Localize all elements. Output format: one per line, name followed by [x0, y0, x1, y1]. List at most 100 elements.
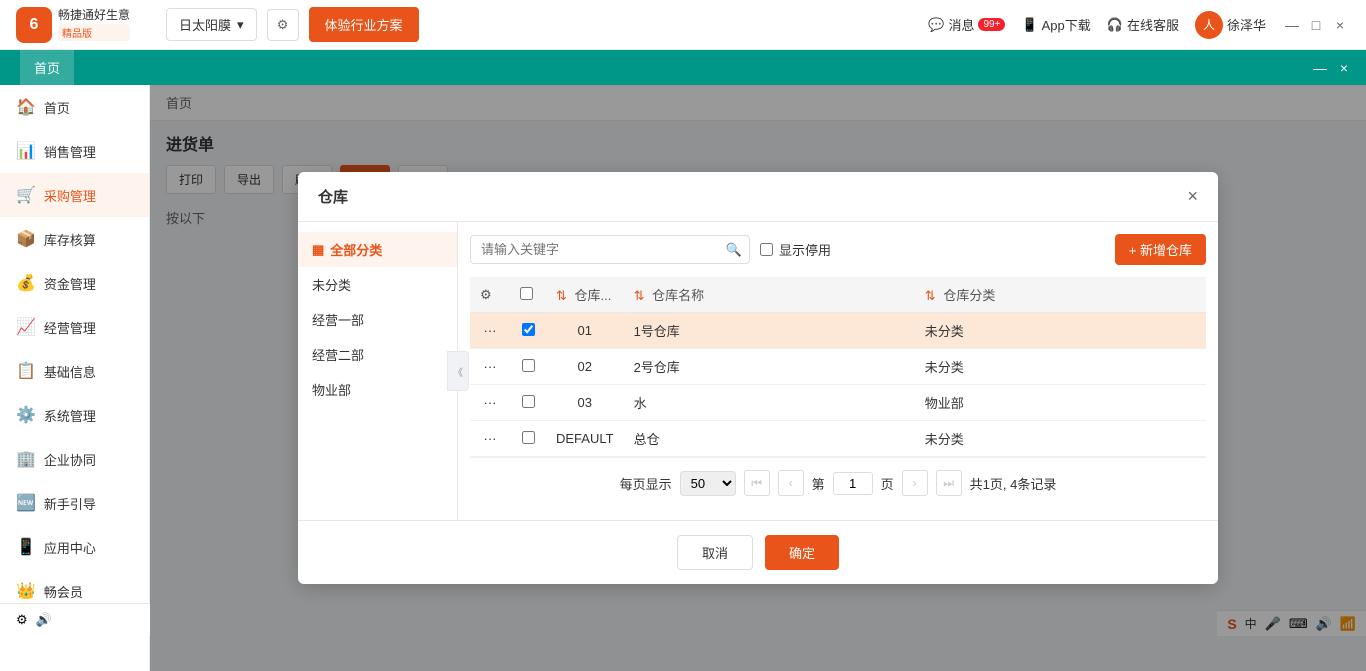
row-check[interactable]: [510, 313, 546, 349]
sidebar-item-operations-label: 经营管理: [44, 318, 96, 337]
sidebar-item-home[interactable]: 🏠 首页: [0, 85, 149, 129]
message-badge: 99+: [978, 18, 1005, 31]
store-selector[interactable]: 日太阳膜 ▾: [166, 8, 257, 41]
cancel-button[interactable]: 取消: [677, 535, 753, 570]
sort-icon-category: ⇅: [925, 288, 936, 303]
row-checkbox[interactable]: [522, 359, 535, 372]
sidebar-item-enterprise[interactable]: 🏢 企业协同: [0, 437, 149, 481]
search-icon[interactable]: 🔍: [726, 242, 742, 258]
sidebar-item-sales[interactable]: 📊 销售管理: [0, 129, 149, 173]
row-check[interactable]: [510, 385, 546, 421]
sidebar-item-inventory[interactable]: 📦 库存核算: [0, 217, 149, 261]
sidebar-item-purchase[interactable]: 🛒 采购管理: [0, 173, 149, 217]
row-check[interactable]: [510, 349, 546, 385]
search-input[interactable]: [470, 235, 750, 264]
tab-bar-close[interactable]: ×: [1334, 58, 1354, 78]
modal-overlay: 仓库 × ▦ 全部分类 未分类 经营一: [150, 85, 1366, 671]
sidebar-item-system[interactable]: ⚙️ 系统管理: [0, 393, 149, 437]
sidebar: 🏠 首页 📊 销售管理 🛒 采购管理 📦 库存核算 💰 资金管理 📈 经营管理 …: [0, 85, 150, 671]
app-download-label: App下载: [1042, 15, 1091, 34]
show-disabled-checkbox[interactable]: [760, 243, 773, 256]
online-service-item[interactable]: 🎧 在线客服: [1107, 15, 1179, 34]
add-warehouse-button[interactable]: + 新增仓库: [1115, 234, 1206, 265]
sidebar-item-appcenter-label: 应用中心: [44, 538, 96, 557]
confirm-button[interactable]: 确定: [765, 535, 839, 570]
sidebar-bottom: ⚙ 🔊: [0, 603, 150, 636]
sidebar-item-inventory-label: 库存核算: [44, 230, 96, 249]
th-name: ⇅ 仓库名称: [624, 277, 915, 313]
sidebar-item-basics[interactable]: 📋 基础信息: [0, 349, 149, 393]
page-number-input[interactable]: [833, 472, 873, 495]
row-checkbox[interactable]: [522, 395, 535, 408]
th-category: ⇅ 仓库分类: [915, 277, 1206, 313]
trial-button[interactable]: 体验行业方案: [309, 7, 419, 42]
sidebar-item-system-label: 系统管理: [44, 406, 96, 425]
close-button[interactable]: ×: [1330, 15, 1350, 35]
table-row[interactable]: ··· 01 1号仓库 未分类: [470, 313, 1206, 349]
nav-tab-home[interactable]: 首页: [20, 50, 74, 85]
th-check: [510, 277, 546, 313]
per-page-label: 每页显示: [620, 474, 672, 493]
basics-icon: 📋: [16, 361, 36, 381]
logo-badge: 精品版: [58, 24, 130, 41]
table-row[interactable]: ··· DEFAULT 总仓 未分类: [470, 421, 1206, 457]
minimize-button[interactable]: —: [1282, 15, 1302, 35]
show-disabled-label[interactable]: 显示停用: [760, 240, 831, 259]
row-gear[interactable]: ···: [470, 421, 510, 457]
sidebar-item-appcenter[interactable]: 📱 应用中心: [0, 525, 149, 569]
category-item-ops1[interactable]: 经营一部: [298, 302, 457, 337]
sidebar-item-operations[interactable]: 📈 经营管理: [0, 305, 149, 349]
guide-icon: 🆕: [16, 493, 36, 513]
prev-page-button[interactable]: ‹: [778, 470, 804, 496]
row-category: 未分类: [915, 421, 1206, 457]
message-item[interactable]: 💬 消息 99+: [928, 15, 1005, 34]
row-name: 2号仓库: [624, 349, 915, 385]
sidebar-item-sales-label: 销售管理: [44, 142, 96, 161]
volume-icon[interactable]: 🔊: [36, 612, 52, 628]
logo-icon: 6: [16, 7, 52, 43]
category-item-property[interactable]: 物业部: [298, 372, 457, 407]
sort-icon-name: ⇅: [634, 288, 645, 303]
category-item-uncategorized[interactable]: 未分类: [298, 267, 457, 302]
row-gear[interactable]: ···: [470, 385, 510, 421]
sidebar-item-guide[interactable]: 🆕 新手引导: [0, 481, 149, 525]
row-category: 未分类: [915, 313, 1206, 349]
main-layout: 🏠 首页 📊 销售管理 🛒 采购管理 📦 库存核算 💰 资金管理 📈 经营管理 …: [0, 85, 1366, 671]
row-check[interactable]: [510, 421, 546, 457]
first-page-button[interactable]: ⏮: [744, 470, 770, 496]
row-gear[interactable]: ···: [470, 313, 510, 349]
inventory-icon: 📦: [16, 229, 36, 249]
pagination-bar: 每页显示 50 100 200 ⏮ ‹ 第 页 ›: [470, 457, 1206, 508]
headset-icon: 🎧: [1107, 17, 1123, 33]
table-row[interactable]: ··· 02 2号仓库 未分类: [470, 349, 1206, 385]
modal-title: 仓库: [318, 186, 348, 207]
table-row[interactable]: ··· 03 水 物业部: [470, 385, 1206, 421]
table-header: ⚙ ⇅ 仓库...: [470, 277, 1206, 313]
modal-close-button[interactable]: ×: [1187, 186, 1198, 207]
user-item[interactable]: 人 徐泽华: [1195, 11, 1266, 39]
row-checkbox[interactable]: [522, 323, 535, 336]
warehouse-table: ⚙ ⇅ 仓库...: [470, 277, 1206, 457]
category-item-ops2[interactable]: 经营二部: [298, 337, 457, 372]
last-page-button[interactable]: ⏭: [936, 470, 962, 496]
category-all-item[interactable]: ▦ 全部分类: [298, 232, 457, 267]
collapse-category-button[interactable]: 《: [447, 351, 469, 391]
maximize-button[interactable]: □: [1306, 15, 1326, 35]
th-gear: ⚙: [470, 277, 510, 313]
next-page-button[interactable]: ›: [902, 470, 928, 496]
settings-bottom-icon[interactable]: ⚙: [16, 612, 28, 628]
sidebar-item-member-label: 畅会员: [44, 582, 83, 601]
table-container: ⚙ ⇅ 仓库...: [470, 277, 1206, 457]
select-all-checkbox[interactable]: [520, 287, 533, 300]
row-num: 03: [546, 385, 624, 421]
online-service-label: 在线客服: [1127, 15, 1179, 34]
sidebar-item-finance[interactable]: 💰 资金管理: [0, 261, 149, 305]
purchase-icon: 🛒: [16, 185, 36, 205]
settings-button[interactable]: ⚙: [267, 9, 299, 41]
tab-bar-minimize[interactable]: —: [1310, 58, 1330, 78]
app-download-item[interactable]: 📱 App下载: [1021, 15, 1090, 34]
per-page-select[interactable]: 50 100 200: [680, 471, 736, 496]
header-right: 💬 消息 99+ 📱 App下载 🎧 在线客服 人 徐泽华 — □ ×: [928, 11, 1350, 39]
row-gear[interactable]: ···: [470, 349, 510, 385]
row-checkbox[interactable]: [522, 431, 535, 444]
